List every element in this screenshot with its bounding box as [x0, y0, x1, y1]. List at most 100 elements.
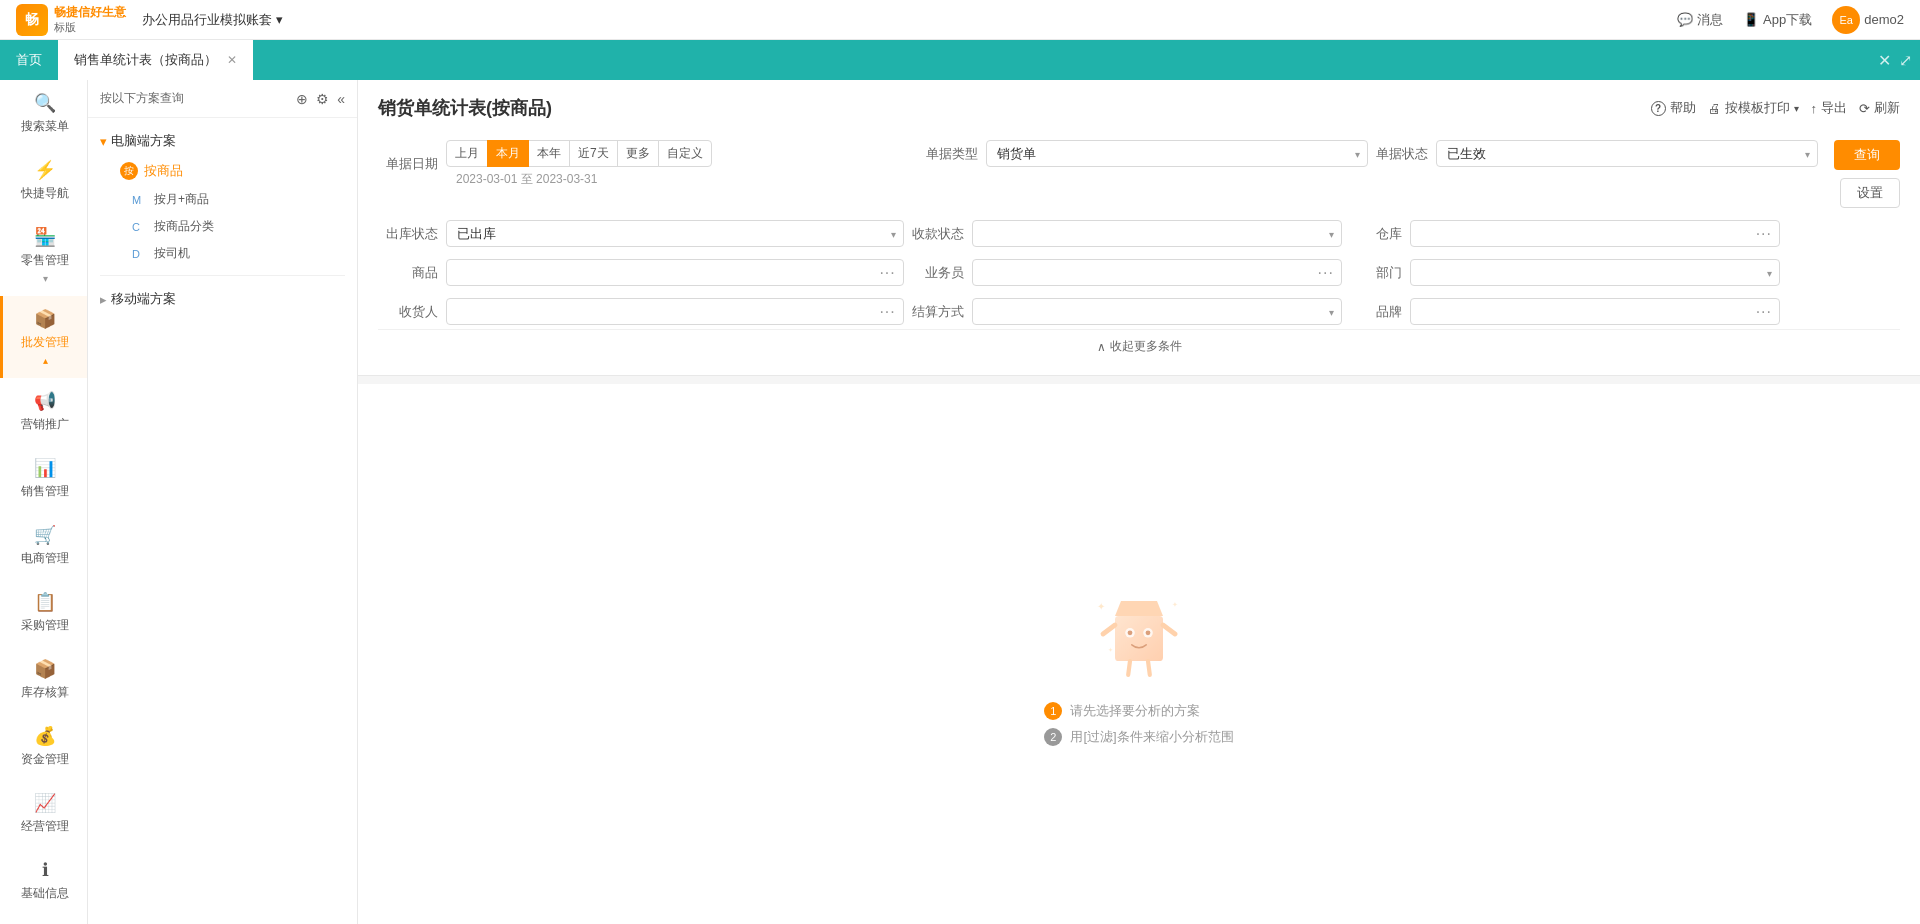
tip-num-2: 2	[1044, 728, 1062, 746]
workspace-selector[interactable]: 办公用品行业模拟账套 ▾	[134, 7, 291, 33]
collect-status-input[interactable]	[972, 220, 1342, 247]
print-dropdown-icon[interactable]: ▾	[1794, 103, 1799, 114]
quicknav-icon: ⚡	[34, 159, 56, 181]
topbar-right: 💬 消息 📱 App下载 Ea demo2	[1677, 6, 1904, 34]
tab-home[interactable]: 首页	[0, 40, 58, 80]
sidebar-item-inventory[interactable]: 📦 库存核算	[0, 646, 87, 713]
query-button[interactable]: 查询	[1834, 140, 1900, 170]
settings-scheme-button[interactable]: ⚙	[316, 91, 329, 107]
doc-type-label: 单据类型	[918, 145, 978, 163]
dept-input[interactable]	[1410, 259, 1780, 286]
sidebar-item-search[interactable]: 🔍 搜索菜单	[0, 80, 87, 147]
scheme-by-goods[interactable]: 按 按商品	[88, 156, 357, 186]
sidebar-item-ecommerce[interactable]: 🛒 电商管理	[0, 512, 87, 579]
salesperson-input[interactable]	[972, 259, 1342, 286]
mobile-arrow-icon: ▸	[100, 292, 107, 307]
warehouse-input[interactable]	[1410, 220, 1780, 247]
doc-status-input[interactable]	[1436, 140, 1818, 167]
sidebar-item-retail[interactable]: 🏪 零售管理 ▾	[0, 214, 87, 296]
out-status-filter: 出库状态 ▾	[378, 220, 904, 247]
tree-arrow-icon: ▾	[100, 134, 107, 149]
settlement-input[interactable]	[972, 298, 1342, 325]
app-download-action[interactable]: 📱 App下载	[1743, 11, 1812, 29]
marketing-icon: 📢	[34, 390, 56, 412]
query-buttons: 查询 设置	[1818, 140, 1900, 208]
wholesale-arrow-icon: ▴	[43, 355, 48, 366]
date-tab-custom[interactable]: 自定义	[658, 140, 712, 167]
sidebar-item-finance[interactable]: 💰 资金管理	[0, 713, 87, 780]
brand-input[interactable]	[1410, 298, 1780, 325]
svg-line-8	[1128, 661, 1130, 675]
sidebar-item-basic-info[interactable]: ℹ 基础信息	[0, 847, 87, 914]
sidebar-item-quicknav[interactable]: ⚡ 快捷导航	[0, 147, 87, 214]
svg-text:✦: ✦	[1097, 601, 1105, 612]
setting-button[interactable]: 设置	[1840, 178, 1900, 208]
scheme-by-driver[interactable]: D 按司机	[88, 240, 357, 267]
search-icon: 🔍	[34, 92, 56, 114]
date-tabs: 上月 本月 本年 近7天 更多 自定义	[446, 140, 711, 167]
tab-sales-report[interactable]: 销售单统计表（按商品） ✕	[58, 40, 253, 80]
logo-icon: 畅	[16, 4, 48, 36]
doc-type-input[interactable]	[986, 140, 1368, 167]
out-status-input[interactable]	[446, 220, 904, 247]
scheme-goods-category[interactable]: C 按商品分类	[88, 213, 357, 240]
logo-area: 畅 畅捷信好生意 标版	[16, 4, 126, 36]
svg-line-6	[1103, 625, 1115, 634]
date-tab-thisyear[interactable]: 本年	[528, 140, 570, 167]
purchase-icon: 📋	[34, 591, 56, 613]
main-layout: 🔍 搜索菜单 ⚡ 快捷导航 🏪 零售管理 ▾ 📦 批发管理 ▴ 📢 营销推广 📊…	[0, 80, 1920, 924]
sidebar-item-wholesale[interactable]: 📦 批发管理 ▴	[0, 296, 87, 378]
scheme-month-goods[interactable]: M 按月+商品	[88, 186, 357, 213]
consignee-input[interactable]	[446, 298, 904, 325]
sidebar-item-management[interactable]: 📈 经营管理	[0, 780, 87, 847]
inventory-icon: 📦	[34, 658, 56, 680]
basicinfo-icon: ℹ	[42, 859, 49, 881]
filter-area: 单据日期 上月 本月 本年 近7天 更多 自定义 2023-03-01 至 20…	[358, 128, 1920, 376]
filter-panel-actions: ⊕ ⚙ «	[296, 91, 345, 107]
svg-point-5	[1146, 630, 1151, 635]
dept-label: 部门	[1342, 264, 1402, 282]
svg-line-7	[1163, 625, 1175, 634]
sidebar-item-sales[interactable]: 📊 销售管理	[0, 445, 87, 512]
sidebar-item-purchase[interactable]: 📋 采购管理	[0, 579, 87, 646]
goods-label: 商品	[378, 264, 438, 282]
consignee-filter: 收货人 ···	[378, 298, 904, 325]
logo-text: 畅捷信好生意 标版	[54, 5, 126, 35]
sidebar-item-marketing[interactable]: 📢 营销推广	[0, 378, 87, 445]
goods-input[interactable]	[446, 259, 904, 286]
collect-status-label: 收款状态	[904, 225, 964, 243]
salesperson-filter: 业务员 ···	[904, 259, 1342, 286]
user-profile[interactable]: Ea demo2	[1832, 6, 1904, 34]
warehouse-filter: 仓库 ···	[1342, 220, 1780, 247]
empty-illustration: ✦ ✦ ✦	[1079, 562, 1199, 682]
wholesale-icon: 📦	[34, 308, 56, 330]
export-button[interactable]: ↑ 导出	[1811, 99, 1848, 117]
message-action[interactable]: 💬 消息	[1677, 11, 1723, 29]
tabbar-resize-button[interactable]: ⤢	[1899, 51, 1912, 70]
help-icon: ?	[1651, 101, 1666, 116]
add-scheme-button[interactable]: ⊕	[296, 91, 308, 107]
message-icon: 💬	[1677, 12, 1693, 27]
date-label: 单据日期	[378, 155, 438, 173]
help-button[interactable]: ? 帮助	[1651, 99, 1696, 117]
print-icon: 🖨	[1708, 101, 1721, 116]
collapse-button[interactable]: ∧ 收起更多条件	[1097, 338, 1182, 355]
tabbar-close-button[interactable]: ✕	[1878, 51, 1891, 70]
tab-close-icon[interactable]: ✕	[227, 53, 237, 67]
empty-tips: 1 请先选择要分析的方案 2 用[过滤]条件来缩小分析范围	[1044, 702, 1233, 746]
date-tab-more[interactable]: 更多	[617, 140, 659, 167]
mobile-scheme-parent[interactable]: ▸ 移动端方案	[88, 284, 357, 314]
desktop-scheme-parent[interactable]: ▾ 电脑端方案	[88, 126, 357, 156]
date-tab-lastmonth[interactable]: 上月	[446, 140, 488, 167]
refresh-button[interactable]: ⟳ 刷新	[1859, 99, 1900, 117]
print-button[interactable]: 🖨 按模板打印 ▾	[1708, 99, 1799, 117]
date-tab-7days[interactable]: 近7天	[569, 140, 618, 167]
filter-panel: 按以下方案查询 ⊕ ⚙ « ▾ 电脑端方案 按 按商品 M 按月	[88, 80, 358, 924]
filter-panel-header: 按以下方案查询 ⊕ ⚙ «	[88, 80, 357, 118]
brand-filter: 品牌 ···	[1342, 298, 1780, 325]
svg-text:✦: ✦	[1108, 647, 1113, 653]
sidebar-item-system[interactable]: ⚙ 系统管理	[0, 914, 87, 924]
brand-label: 品牌	[1342, 303, 1402, 321]
collapse-panel-button[interactable]: «	[337, 91, 345, 107]
date-tab-thismonth[interactable]: 本月	[487, 140, 529, 167]
